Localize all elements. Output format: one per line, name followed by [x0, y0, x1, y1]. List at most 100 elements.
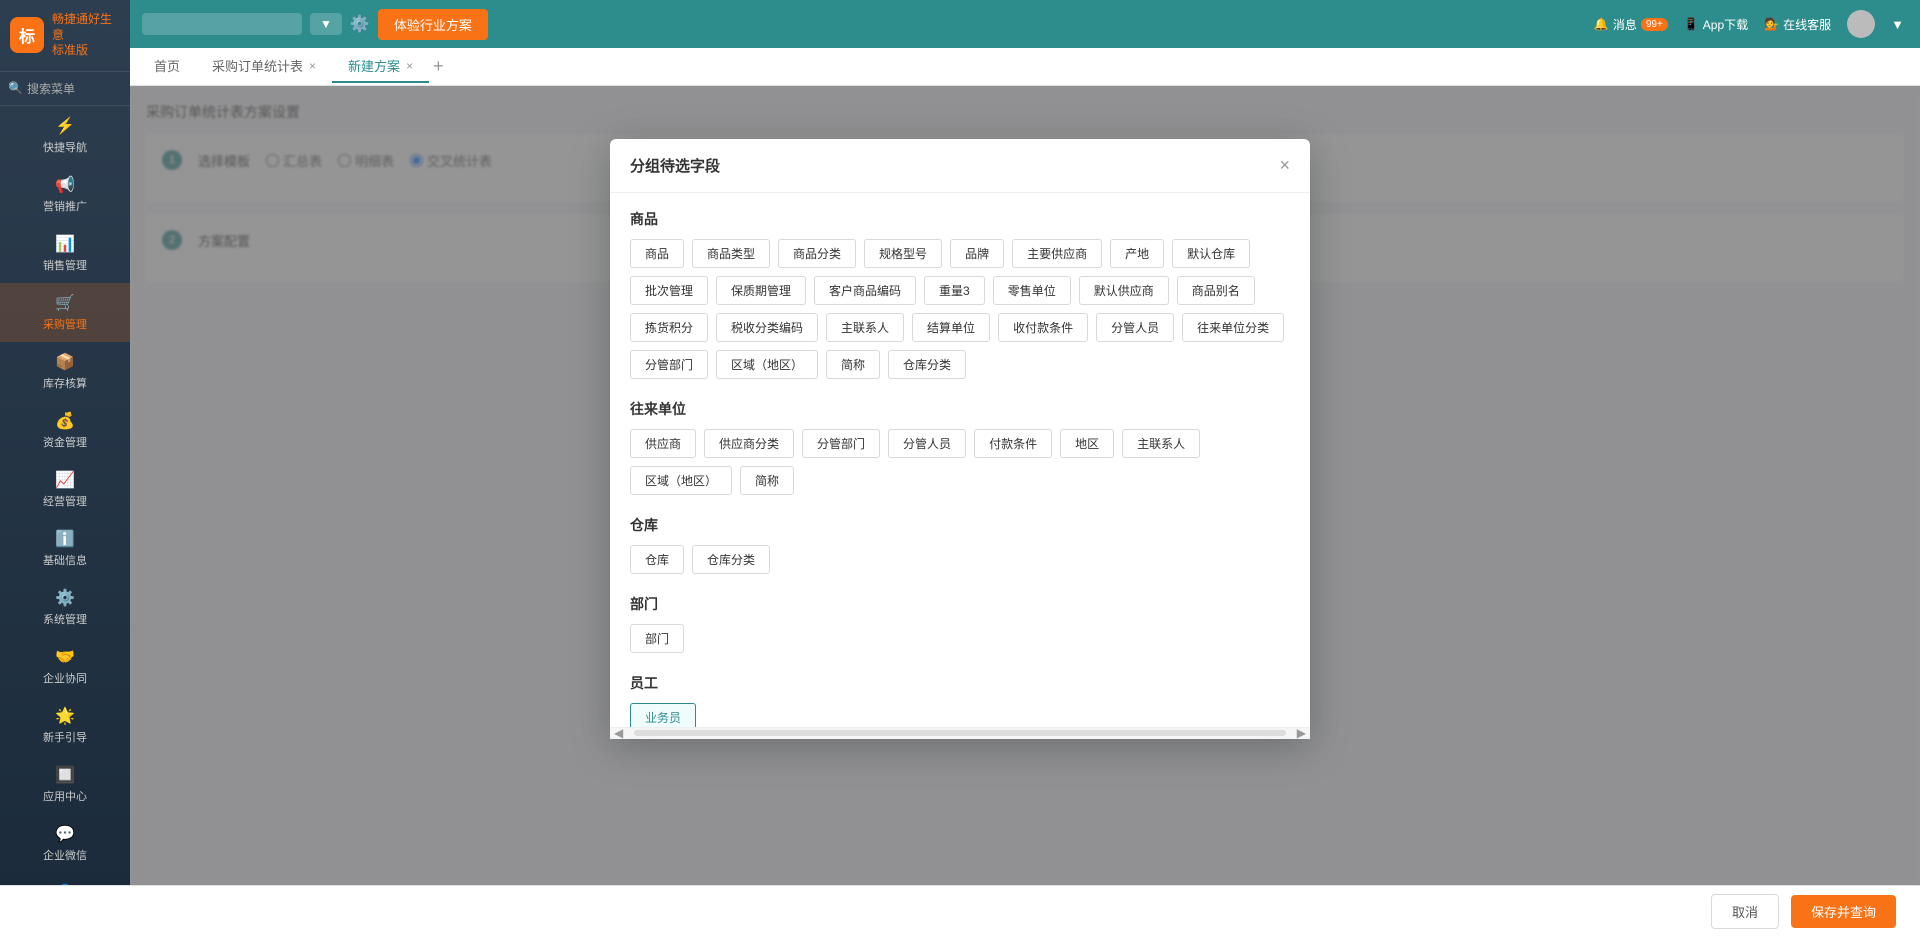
- field-tag-area-region[interactable]: 区域（地区）: [716, 350, 818, 379]
- field-tag-mgmt-person[interactable]: 分管人员: [888, 429, 966, 458]
- field-tag-manager[interactable]: 分管人员: [1096, 313, 1174, 342]
- sidebar-search[interactable]: 🔍 搜索菜单: [0, 72, 130, 106]
- field-tag-default-supplier[interactable]: 默认供应商: [1079, 276, 1169, 305]
- section-title-product: 商品: [630, 209, 1290, 229]
- field-tag-area-region2[interactable]: 区域（地区）: [630, 466, 732, 495]
- tab-home[interactable]: 首页: [138, 50, 196, 83]
- wechat-icon: 💬: [55, 824, 75, 844]
- tab-new-plan[interactable]: 新建方案 ×: [332, 50, 429, 83]
- sidebar: 标 畅捷通好生意 标准版 🔍 搜索菜单 ⚡ 快捷导航 📢 营销推广 📊 销售管理…: [0, 0, 130, 937]
- modal-body: 商品商品商品类型商品分类规格型号品牌主要供应商产地默认仓库批次管理保质期管理客户…: [610, 193, 1310, 727]
- header-search-input[interactable]: [142, 13, 302, 35]
- notification-icon: 🔔: [1594, 17, 1609, 31]
- field-tag-goods[interactable]: 商品: [630, 239, 684, 268]
- field-tag-pick-points[interactable]: 拣货积分: [630, 313, 708, 342]
- tab-add-button[interactable]: +: [433, 56, 444, 77]
- header-select-button[interactable]: ▼: [310, 13, 342, 35]
- system-icon: ⚙️: [55, 588, 75, 608]
- modal-close-button[interactable]: ×: [1279, 155, 1290, 176]
- marketing-icon: 📢: [55, 175, 75, 195]
- app-center-icon: 🔲: [55, 765, 75, 785]
- field-tag-short-name[interactable]: 简称: [826, 350, 880, 379]
- user-menu-icon[interactable]: ▼: [1891, 17, 1904, 32]
- field-grid-product: 商品商品类型商品分类规格型号品牌主要供应商产地默认仓库批次管理保质期管理客户商品…: [630, 239, 1290, 379]
- field-tag-main-contact2[interactable]: 主联系人: [1122, 429, 1200, 458]
- field-tag-dept[interactable]: 部门: [630, 624, 684, 653]
- field-tag-wh[interactable]: 仓库: [630, 545, 684, 574]
- field-grid-staff: 业务员: [630, 703, 1290, 727]
- sidebar-item-wechat[interactable]: 💬 企业微信: [0, 814, 130, 873]
- field-tag-warehouse-category[interactable]: 仓库分类: [888, 350, 966, 379]
- field-tag-settle-unit[interactable]: 结算单位: [912, 313, 990, 342]
- sales-icon: 📊: [55, 234, 75, 254]
- field-tag-supplier-category[interactable]: 供应商分类: [704, 429, 794, 458]
- section-department: 部门部门: [630, 594, 1290, 653]
- field-tag-main-supplier[interactable]: 主要供应商: [1012, 239, 1102, 268]
- sidebar-item-finance[interactable]: 💰 资金管理: [0, 401, 130, 460]
- field-tag-batch-mgmt[interactable]: 批次管理: [630, 276, 708, 305]
- section-title-department: 部门: [630, 594, 1290, 614]
- sidebar-item-basic[interactable]: ℹ️ 基础信息: [0, 519, 130, 578]
- sidebar-item-operations[interactable]: 📈 经营管理: [0, 460, 130, 519]
- field-tag-main-contact[interactable]: 主联系人: [826, 313, 904, 342]
- tab-purchase-stats[interactable]: 采购订单统计表 ×: [196, 50, 332, 83]
- cancel-button[interactable]: 取消: [1711, 894, 1779, 929]
- experience-button[interactable]: 体验行业方案: [378, 9, 488, 40]
- field-tag-origin[interactable]: 产地: [1110, 239, 1164, 268]
- sidebar-item-collab[interactable]: 🤝 企业协同: [0, 637, 130, 696]
- modal-horizontal-scrollbar[interactable]: ◀ ▶: [610, 727, 1310, 739]
- sidebar-item-sales[interactable]: 📊 销售管理: [0, 224, 130, 283]
- sidebar-item-guide[interactable]: 🌟 新手引导: [0, 696, 130, 755]
- field-tag-brand[interactable]: 品牌: [950, 239, 1004, 268]
- purchase-icon: 🛒: [55, 293, 75, 313]
- field-tag-wh-category[interactable]: 仓库分类: [692, 545, 770, 574]
- field-tag-default-warehouse[interactable]: 默认仓库: [1172, 239, 1250, 268]
- field-tag-supplier[interactable]: 供应商: [630, 429, 696, 458]
- field-tag-weight3[interactable]: 重量3: [924, 276, 985, 305]
- field-tag-retail-unit[interactable]: 零售单位: [993, 276, 1071, 305]
- sidebar-item-inventory[interactable]: 📦 库存核算: [0, 342, 130, 401]
- field-tag-quality-mgmt[interactable]: 保质期管理: [716, 276, 806, 305]
- field-tag-short-name2[interactable]: 简称: [740, 466, 794, 495]
- field-tag-salesperson[interactable]: 业务员: [630, 703, 696, 727]
- sidebar-item-purchase[interactable]: 🛒 采购管理: [0, 283, 130, 342]
- app-download-icon: 📱: [1684, 17, 1699, 31]
- field-tag-tax-code[interactable]: 税收分类编码: [716, 313, 818, 342]
- section-title-staff: 员工: [630, 673, 1290, 693]
- tab-purchase-stats-close[interactable]: ×: [309, 59, 316, 73]
- field-tag-from-unit-category[interactable]: 往来单位分类: [1182, 313, 1284, 342]
- tab-new-plan-close[interactable]: ×: [406, 59, 413, 73]
- operations-icon: 📈: [55, 470, 75, 490]
- sidebar-item-quick-nav[interactable]: ⚡ 快捷导航: [0, 106, 130, 165]
- header: ▼ ⚙️ 体验行业方案 🔔 消息 99+ 📱 App下载 💁 在线客服 ▼: [130, 0, 1920, 48]
- collab-icon: 🤝: [55, 647, 75, 667]
- app-download-item[interactable]: 📱 App下载: [1684, 16, 1748, 33]
- modal-header: 分组待选字段 ×: [610, 139, 1310, 193]
- field-tag-goods-category[interactable]: 商品分类: [778, 239, 856, 268]
- sidebar-logo: 标 畅捷通好生意 标准版: [0, 0, 130, 72]
- field-tag-customer-code[interactable]: 客户商品编码: [814, 276, 916, 305]
- notification-badge: 99+: [1641, 18, 1668, 31]
- field-tag-payment-terms[interactable]: 收付款条件: [998, 313, 1088, 342]
- notification-item[interactable]: 🔔 消息 99+: [1594, 16, 1668, 33]
- header-actions: ▼ ⚙️ 体验行业方案: [130, 9, 1594, 40]
- field-tag-goods-alias[interactable]: 商品别名: [1177, 276, 1255, 305]
- field-tag-goods-type[interactable]: 商品类型: [692, 239, 770, 268]
- save-button[interactable]: 保存并查询: [1791, 895, 1896, 928]
- field-grid-department: 部门: [630, 624, 1290, 653]
- field-tag-spec-type[interactable]: 规格型号: [864, 239, 942, 268]
- online-service-item[interactable]: 💁 在线客服: [1764, 16, 1831, 33]
- sidebar-item-system[interactable]: ⚙️ 系统管理: [0, 578, 130, 637]
- field-tag-mgmt-dept2[interactable]: 分管部门: [802, 429, 880, 458]
- sidebar-item-marketing[interactable]: 📢 营销推广: [0, 165, 130, 224]
- section-staff: 员工业务员: [630, 673, 1290, 727]
- field-tag-pay-terms[interactable]: 付款条件: [974, 429, 1052, 458]
- avatar[interactable]: [1847, 10, 1875, 38]
- header-gear-icon[interactable]: ⚙️: [350, 14, 370, 34]
- section-title-counterpart: 往来单位: [630, 399, 1290, 419]
- field-tag-mgmt-dept[interactable]: 分管部门: [630, 350, 708, 379]
- section-counterpart: 往来单位供应商供应商分类分管部门分管人员付款条件地区主联系人区域（地区） 简称: [630, 399, 1290, 495]
- field-tag-region[interactable]: 地区: [1060, 429, 1114, 458]
- sidebar-item-app-center[interactable]: 🔲 应用中心: [0, 755, 130, 814]
- sidebar-nav: ⚡ 快捷导航 📢 营销推广 📊 销售管理 🛒 采购管理 📦 库存核算 💰 资金管…: [0, 106, 130, 895]
